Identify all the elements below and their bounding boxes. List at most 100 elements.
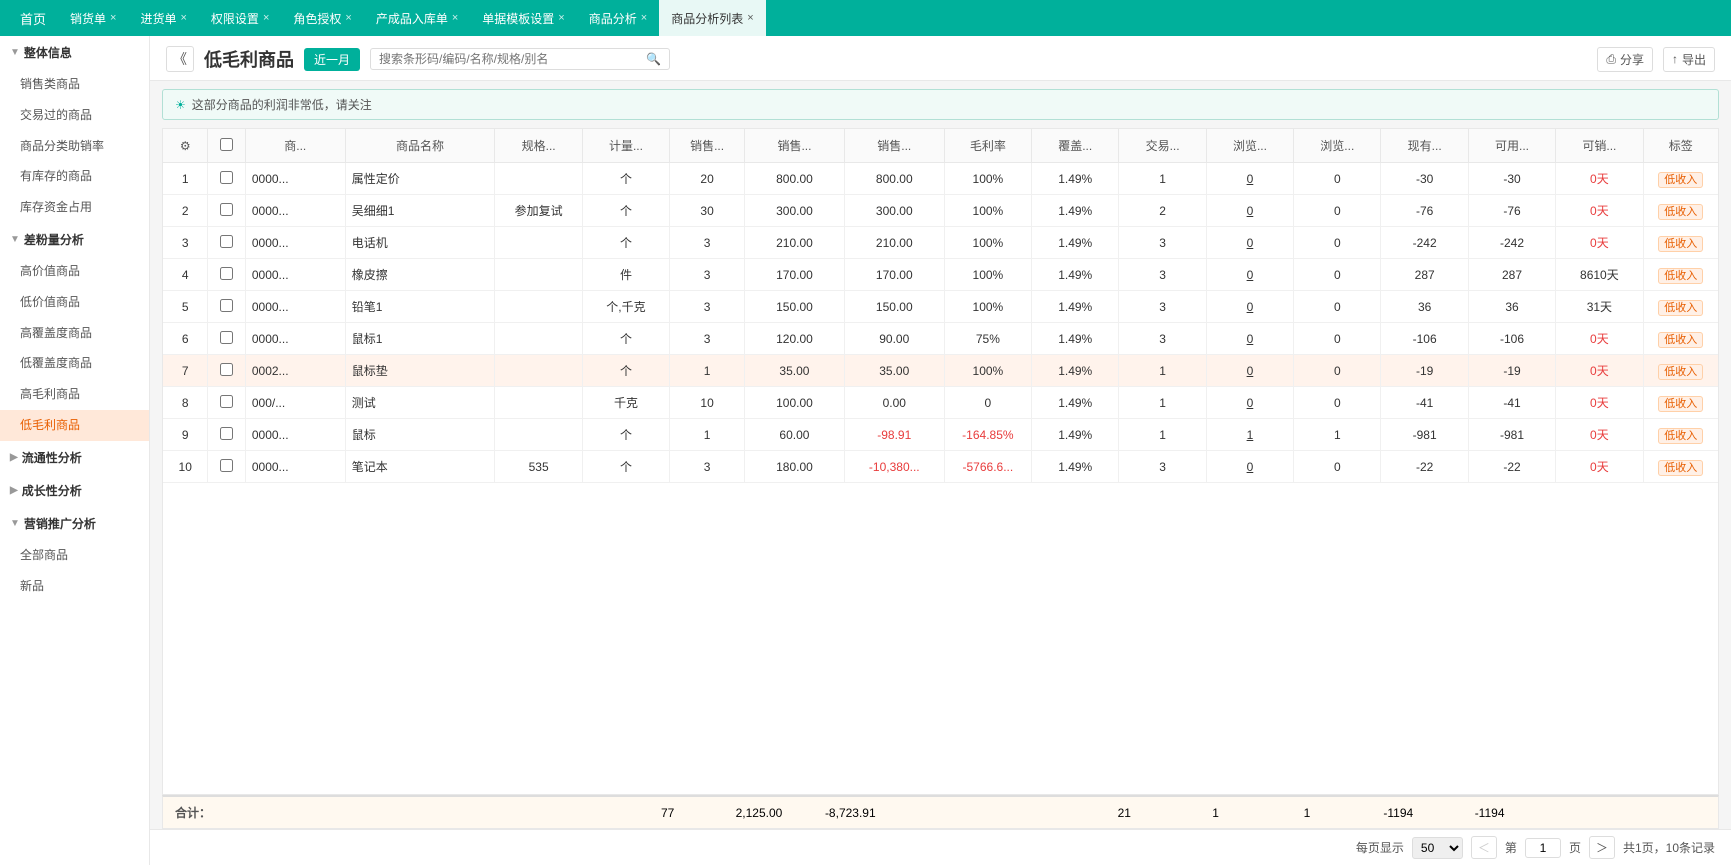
nav-close-icon[interactable]: × bbox=[110, 12, 116, 24]
row-browse1: 0 bbox=[1206, 227, 1293, 259]
row-browse1: 0 bbox=[1206, 163, 1293, 195]
browse1-link[interactable]: 0 bbox=[1247, 268, 1254, 282]
row-checkbox[interactable] bbox=[220, 395, 233, 408]
nav-close-icon[interactable]: × bbox=[452, 12, 458, 24]
per-page-select[interactable]: 50 20 100 bbox=[1412, 837, 1463, 859]
row-coverage: 1.49% bbox=[1032, 419, 1119, 451]
nav-close-icon[interactable]: × bbox=[747, 12, 753, 24]
browse1-link[interactable]: 0 bbox=[1247, 396, 1254, 410]
row-trade-count: 3 bbox=[1119, 451, 1206, 483]
filter-recent-month-button[interactable]: 近一月 bbox=[304, 48, 360, 71]
row-coverage: 1.49% bbox=[1032, 323, 1119, 355]
sidebar-item-low-value[interactable]: 低价值商品 bbox=[0, 287, 149, 318]
row-unit: 件 bbox=[582, 259, 669, 291]
table-row: 3 0000... 电话机 个 3 210.00 210.00 100% 1.4… bbox=[163, 227, 1718, 259]
sidebar-item-sales-products[interactable]: 销售类商品 bbox=[0, 69, 149, 100]
chevron-down-icon: ▼ bbox=[10, 518, 20, 529]
nav-product-analysis[interactable]: 商品分析 × bbox=[577, 0, 659, 36]
sidebar-group-growth[interactable]: ▶ 成长性分析 bbox=[0, 474, 149, 507]
sidebar-group-marketing[interactable]: ▼ 营销推广分析 bbox=[0, 507, 149, 540]
nav-sales-order[interactable]: 销货单 × bbox=[58, 0, 128, 36]
browse1-link[interactable]: 0 bbox=[1247, 236, 1254, 250]
table-row: 8 000/... 测试 千克 10 100.00 0.00 0 1.49% 1… bbox=[163, 387, 1718, 419]
row-code: 0000... bbox=[245, 227, 345, 259]
browse1-link[interactable]: 0 bbox=[1247, 204, 1254, 218]
next-page-button[interactable]: ＞ bbox=[1589, 836, 1615, 859]
nav-product-inbound[interactable]: 产成品入库单 × bbox=[364, 0, 470, 36]
nav-permissions[interactable]: 权限设置 × bbox=[199, 0, 281, 36]
row-coverage: 1.49% bbox=[1032, 355, 1119, 387]
row-coverage: 1.49% bbox=[1032, 195, 1119, 227]
sidebar-collapse-button[interactable]: 《 bbox=[166, 46, 194, 72]
export-button[interactable]: ↑ 导出 bbox=[1663, 47, 1715, 72]
col-spec-header: 规格... bbox=[495, 129, 582, 163]
row-checkbox[interactable] bbox=[220, 267, 233, 280]
sidebar-item-new-products[interactable]: 新品 bbox=[0, 571, 149, 602]
nav-product-analysis-list[interactable]: 商品分析列表 × bbox=[659, 0, 765, 36]
prev-page-button[interactable]: ＜ bbox=[1471, 836, 1497, 859]
row-unit: 千克 bbox=[582, 387, 669, 419]
sidebar-item-in-stock[interactable]: 有库存的商品 bbox=[0, 161, 149, 192]
sidebar-item-inventory-capital[interactable]: 库存资金占用 bbox=[0, 192, 149, 223]
nav-close-icon[interactable]: × bbox=[558, 12, 564, 24]
sidebar-item-high-margin[interactable]: 高毛利商品 bbox=[0, 379, 149, 410]
row-stock-available: 287 bbox=[1468, 259, 1555, 291]
main-table: ⚙ 商... 商品名称 规格... 计量... 销售... 销售... 销售..… bbox=[163, 129, 1718, 483]
sidebar-item-high-coverage[interactable]: 高覆盖度商品 bbox=[0, 318, 149, 349]
row-browse2: 0 bbox=[1294, 387, 1381, 419]
header-actions: ⎙ 分享 ↑ 导出 bbox=[1597, 47, 1715, 72]
row-coverage: 1.49% bbox=[1032, 291, 1119, 323]
row-coverage: 1.49% bbox=[1032, 227, 1119, 259]
row-checkbox[interactable] bbox=[220, 331, 233, 344]
nav-template-settings[interactable]: 单据模板设置 × bbox=[470, 0, 576, 36]
row-sale-price: 180.00 bbox=[745, 451, 845, 483]
row-checkbox-cell bbox=[208, 323, 245, 355]
row-code: 0000... bbox=[245, 419, 345, 451]
select-all-checkbox[interactable] bbox=[220, 138, 233, 151]
sidebar-item-all-products[interactable]: 全部商品 bbox=[0, 540, 149, 571]
nav-role-auth[interactable]: 角色授权 × bbox=[281, 0, 363, 36]
sidebar-item-low-coverage[interactable]: 低覆盖度商品 bbox=[0, 348, 149, 379]
row-checkbox[interactable] bbox=[220, 203, 233, 216]
nav-purchase-order[interactable]: 进货单 × bbox=[128, 0, 198, 36]
sidebar-group-differential[interactable]: ▼ 差粉量分析 bbox=[0, 223, 149, 256]
row-code: 0000... bbox=[245, 195, 345, 227]
col-settings[interactable]: ⚙ bbox=[163, 129, 208, 163]
browse1-link[interactable]: 0 bbox=[1247, 364, 1254, 378]
nav-close-icon[interactable]: × bbox=[641, 12, 647, 24]
row-checkbox[interactable] bbox=[220, 235, 233, 248]
nav-close-icon[interactable]: × bbox=[180, 12, 186, 24]
row-tag: 低收入 bbox=[1643, 195, 1718, 227]
browse1-link[interactable]: 0 bbox=[1247, 300, 1254, 314]
sidebar-group-circulation[interactable]: ▶ 流通性分析 bbox=[0, 441, 149, 474]
sidebar-item-traded-products[interactable]: 交易过的商品 bbox=[0, 100, 149, 131]
row-checkbox[interactable] bbox=[220, 459, 233, 472]
browse1-link[interactable]: 1 bbox=[1247, 428, 1254, 442]
row-checkbox[interactable] bbox=[220, 427, 233, 440]
row-num: 9 bbox=[163, 419, 208, 451]
search-input[interactable] bbox=[379, 52, 642, 66]
browse1-link[interactable]: 0 bbox=[1247, 332, 1254, 346]
current-page-input[interactable] bbox=[1525, 838, 1561, 858]
nav-close-icon[interactable]: × bbox=[345, 12, 351, 24]
row-checkbox[interactable] bbox=[220, 299, 233, 312]
row-sale-amount: -98.91 bbox=[844, 419, 944, 451]
browse1-link[interactable]: 0 bbox=[1247, 172, 1254, 186]
nav-close-icon[interactable]: × bbox=[263, 12, 269, 24]
sidebar-group-overall[interactable]: ▼ 整体信息 bbox=[0, 36, 149, 69]
row-browse1: 0 bbox=[1206, 195, 1293, 227]
sidebar-item-category-sales-rate[interactable]: 商品分类助销率 bbox=[0, 131, 149, 162]
row-spec bbox=[495, 291, 582, 323]
nav-home[interactable]: 首页 bbox=[8, 0, 58, 36]
row-checkbox[interactable] bbox=[220, 171, 233, 184]
col-check[interactable] bbox=[208, 129, 245, 163]
row-browse2: 0 bbox=[1294, 195, 1381, 227]
sidebar-item-high-value[interactable]: 高价值商品 bbox=[0, 256, 149, 287]
sidebar-item-low-margin[interactable]: 低毛利商品 bbox=[0, 410, 149, 441]
row-checkbox-cell bbox=[208, 291, 245, 323]
row-num: 1 bbox=[163, 163, 208, 195]
row-checkbox[interactable] bbox=[220, 363, 233, 376]
share-button[interactable]: ⎙ 分享 bbox=[1597, 47, 1653, 72]
browse1-link[interactable]: 0 bbox=[1247, 460, 1254, 474]
row-tag: 低收入 bbox=[1643, 163, 1718, 195]
